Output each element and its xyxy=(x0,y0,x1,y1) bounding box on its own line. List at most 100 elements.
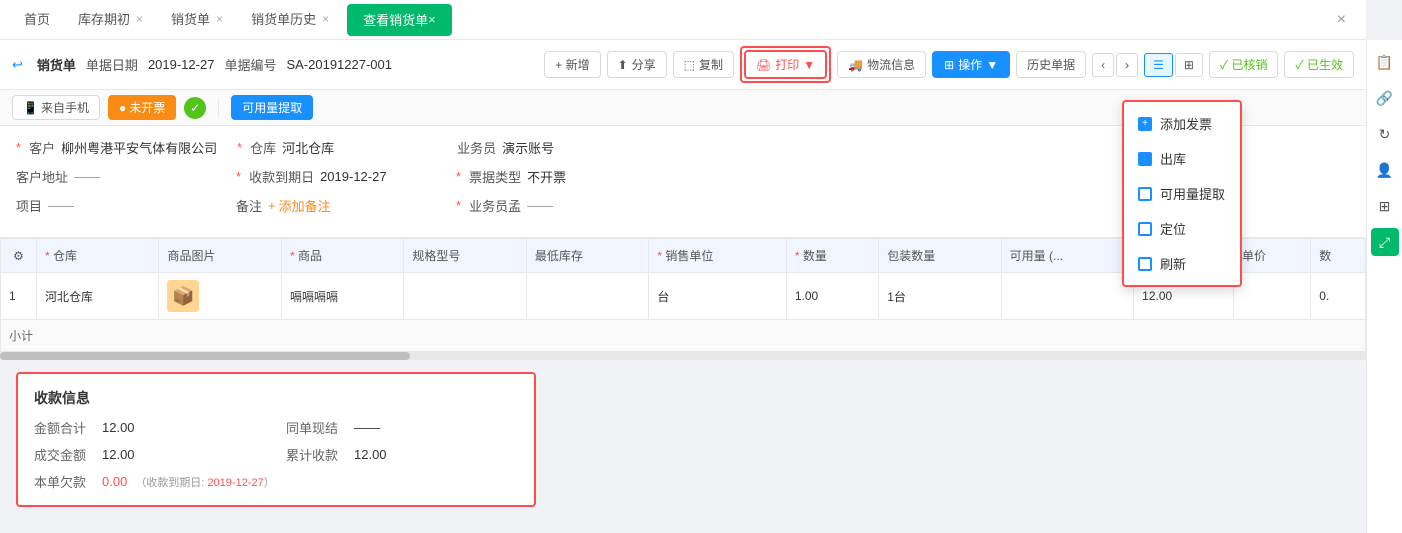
dropdown-locate[interactable]: 定位 xyxy=(1124,211,1240,246)
logistics-button[interactable]: 🚚 物流信息 xyxy=(837,51,926,78)
confirm-circle-btn[interactable]: ✓ xyxy=(184,97,206,119)
list-view-btn[interactable]: ☰ xyxy=(1144,53,1173,77)
grid-view-btn[interactable]: ⊞ xyxy=(1175,53,1203,77)
pay-row-cumulative: 累计收款 12.00 xyxy=(286,445,518,464)
row-amount: 0. xyxy=(1311,273,1366,320)
dropdown-add-invoice[interactable]: + 添加发票 xyxy=(1124,106,1240,141)
next-btn[interactable]: › xyxy=(1116,53,1138,77)
print-button[interactable]: 🖨 打印 ▼ xyxy=(744,50,827,79)
nav-arrows: ‹ › xyxy=(1092,53,1138,77)
main-toolbar: ↩ 销货单 单据日期 2019-12-27 单据编号 SA-20191227-0… xyxy=(0,40,1366,90)
payment-grid: 金额合计 12.00 同单现结 —— 成交金额 12.00 累计收款 12.00… xyxy=(34,418,518,491)
sidebar-user-icon[interactable]: 👤 xyxy=(1371,156,1399,184)
phone-icon: 📱 xyxy=(23,101,38,115)
dropdown-refresh[interactable]: 刷新 xyxy=(1124,246,1240,281)
new-button[interactable]: + 新增 xyxy=(544,51,600,78)
col-unit: * 销售单位 xyxy=(649,239,787,273)
ticket-icon: ● xyxy=(119,101,126,115)
col-product: * 商品 xyxy=(281,239,403,273)
sidebar-grid-icon[interactable]: ⊞ xyxy=(1371,192,1399,220)
scroll-indicator[interactable] xyxy=(0,352,1366,360)
warehouse-value: 河北仓库 xyxy=(282,138,334,157)
col-gear: ⚙ xyxy=(1,239,37,273)
from-phone-btn[interactable]: 📱 来自手机 xyxy=(12,95,100,120)
scroll-track xyxy=(0,352,410,360)
product-image: 📦 xyxy=(167,280,199,312)
doc-number-value: SA-20191227-001 xyxy=(286,57,392,72)
available-btn[interactable]: 可用量提取 xyxy=(231,95,313,120)
row-unit-price xyxy=(1234,273,1311,320)
note-field: 备注 + 添加备注 xyxy=(236,196,436,215)
customer-field: * 客户 柳州粤港平安气体有限公司 xyxy=(16,138,217,157)
doc-info: ↩ 销货单 单据日期 2019-12-27 单据编号 SA-20191227-0… xyxy=(12,55,392,74)
row-quantity: 1.00 xyxy=(786,273,878,320)
doc-icon: ↩ xyxy=(12,57,23,73)
tab-sales-order[interactable]: 销货单 × xyxy=(157,0,237,40)
address-field: 客户地址 —— xyxy=(16,167,216,186)
col-quantity: * 数量 xyxy=(786,239,878,273)
tab-inventory-init[interactable]: 库存期初 × xyxy=(64,0,157,40)
dropdown-outbound[interactable]: 出库 xyxy=(1124,141,1240,176)
ticket-value: 不开票 xyxy=(527,167,566,186)
due-date-field: * 收款到期日 2019-12-27 xyxy=(236,167,436,186)
row-unit: 台 xyxy=(649,273,787,320)
add-note-link[interactable]: + 添加备注 xyxy=(268,196,331,215)
subtotal-row: 小计 xyxy=(1,320,1366,352)
project-field: 项目 —— xyxy=(16,196,216,215)
address-value: —— xyxy=(74,169,100,184)
operate-button[interactable]: ⊞ 操作 ▼ xyxy=(932,51,1010,78)
col-warehouse: * 仓库 xyxy=(37,239,159,273)
payment-title: 收款信息 xyxy=(34,388,518,408)
sidebar-link-icon[interactable]: 🔗 xyxy=(1371,84,1399,112)
row-warehouse: 河北仓库 xyxy=(37,273,159,320)
close-query-tab[interactable]: × xyxy=(428,12,436,27)
tab-home[interactable]: 首页 xyxy=(10,0,64,40)
copy-button[interactable]: ⬚ 复制 xyxy=(673,51,734,78)
divider xyxy=(218,99,219,117)
close-sales-history[interactable]: × xyxy=(322,12,329,26)
not-open-ticket-btn[interactable]: ● 未开票 xyxy=(108,95,176,120)
doc-date-value: 2019-12-27 xyxy=(148,57,215,72)
col-unit-price: 单价 xyxy=(1234,239,1311,273)
staff-field: 业务员 演示账号 xyxy=(457,138,657,157)
close-window-btn[interactable]: × xyxy=(1327,11,1356,29)
dropdown-available-qty[interactable]: 可用量提取 xyxy=(1124,176,1240,211)
row-spec xyxy=(404,273,526,320)
check-icon: ✓ xyxy=(190,101,200,115)
pay-row-deal-amount: 成交金额 12.00 xyxy=(34,445,266,464)
ticket-field: * 票据类型 不开票 xyxy=(456,167,656,186)
close-inventory-init[interactable]: × xyxy=(136,12,143,26)
sidebar-rotate-icon[interactable]: ↻ xyxy=(1371,120,1399,148)
col-available: 可用量 (... xyxy=(1001,239,1134,273)
subtotal-label: 小计 xyxy=(1,320,1366,352)
available-qty-icon xyxy=(1138,187,1152,201)
customer-value: 柳州粤港平安气体有限公司 xyxy=(61,138,217,157)
sidebar-expand-icon[interactable]: ⤢ xyxy=(1371,228,1399,256)
staff-value: 演示账号 xyxy=(502,138,554,157)
col-pack-qty: 包装数量 xyxy=(879,239,1001,273)
effective-status-btn[interactable]: ✓ 已生效 xyxy=(1284,51,1354,78)
toolbar-actions: + 新增 ⬆ 分享 ⬚ 复制 🖨 打印 ▼ 🚚 物流信息 ⊞ xyxy=(544,46,1354,83)
col-min-stock: 最低库存 xyxy=(526,239,648,273)
share-icon: ⬆ xyxy=(618,58,628,72)
history-button[interactable]: 历史单据 xyxy=(1016,51,1086,78)
tab-query-sales[interactable]: 查看销货单 × xyxy=(347,4,452,36)
row-index: 1 xyxy=(1,273,37,320)
dropdown-menu: + 添加发票 出库 可用量提取 定位 刷新 xyxy=(1122,100,1242,287)
refresh-icon xyxy=(1138,257,1152,271)
tab-sales-history[interactable]: 销货单历史 × xyxy=(237,0,343,40)
add-invoice-icon: + xyxy=(1138,117,1152,131)
doc-number-label: 单据编号 xyxy=(224,55,276,74)
row-image: 📦 xyxy=(159,273,281,320)
pay-row-outstanding: 本单欠款 0.00 （收款到期日: 2019-12-27） xyxy=(34,472,518,491)
share-button[interactable]: ⬆ 分享 xyxy=(607,51,667,78)
locate-icon xyxy=(1138,222,1152,236)
prev-btn[interactable]: ‹ xyxy=(1092,53,1114,77)
sidebar-file-icon[interactable]: 📋 xyxy=(1371,48,1399,76)
cancelled-status-btn[interactable]: ✓ 已核销 xyxy=(1209,51,1279,78)
close-sales-order[interactable]: × xyxy=(216,12,223,26)
col-spec: 规格型号 xyxy=(404,239,526,273)
staff2-value: —— xyxy=(527,198,553,213)
grid-icon: ⊞ xyxy=(944,58,954,72)
staff2-field: * 业务员孟 —— xyxy=(456,196,656,215)
